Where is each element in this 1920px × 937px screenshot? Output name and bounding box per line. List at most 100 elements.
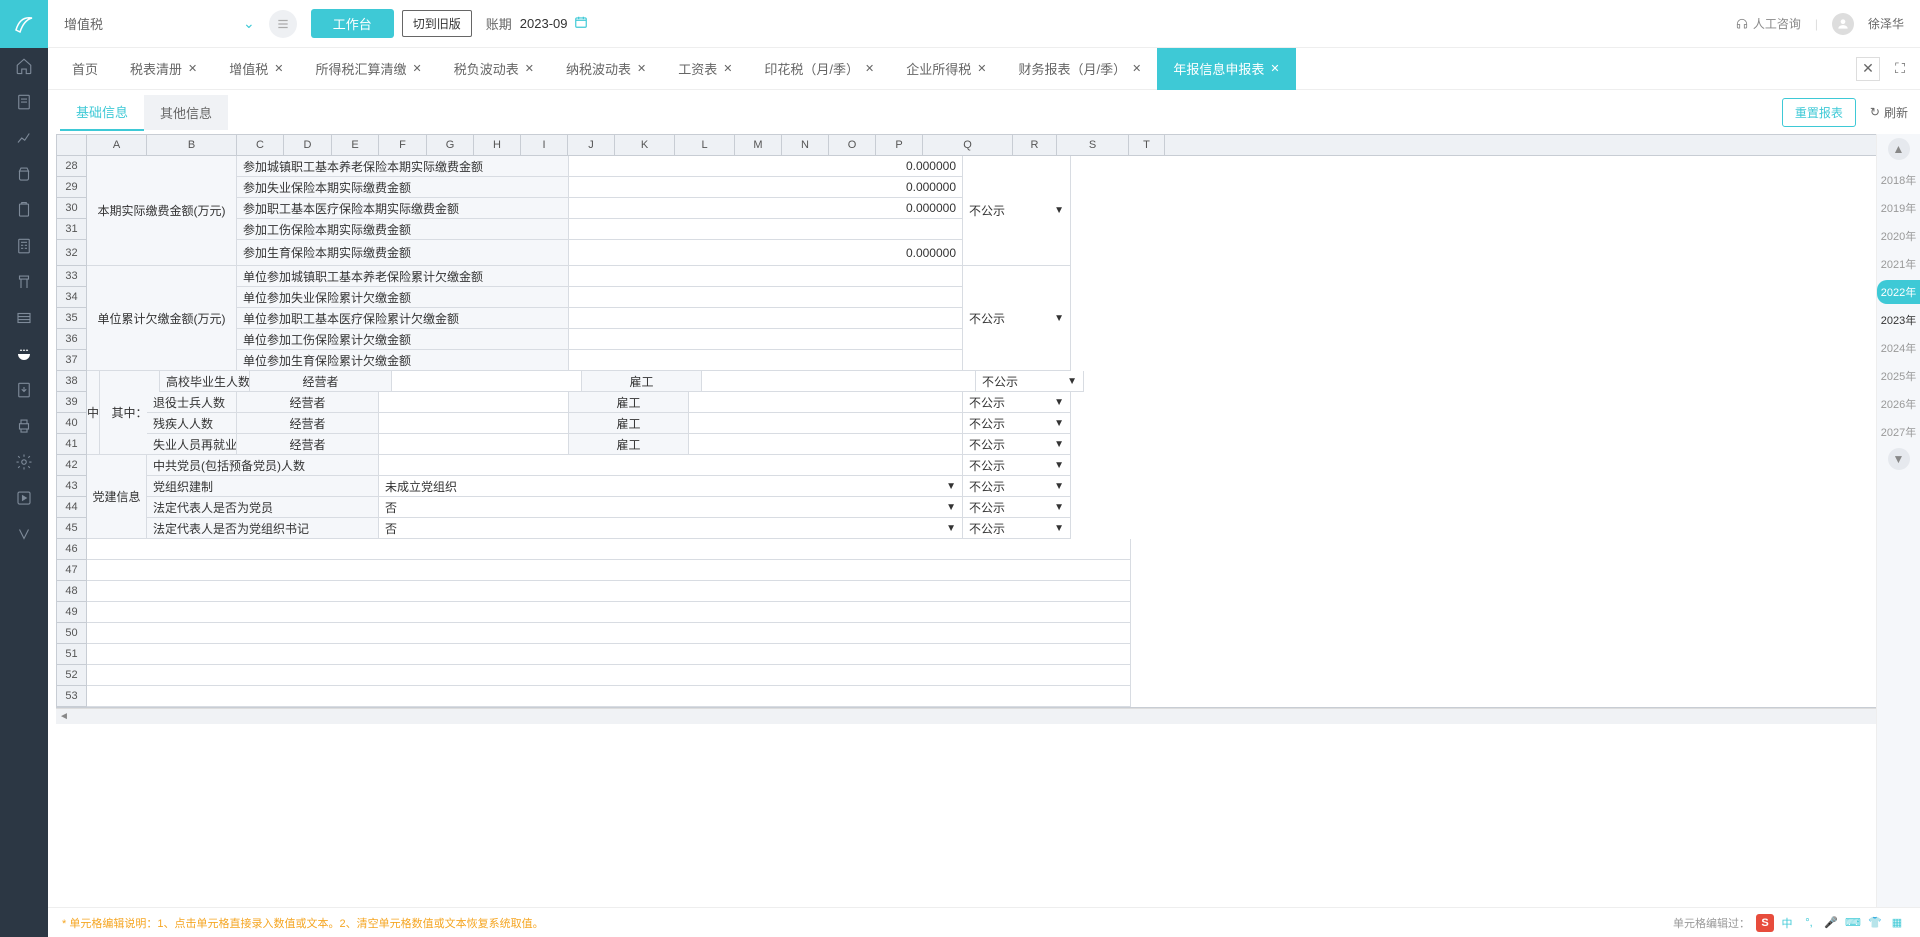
col-header[interactable]: O	[829, 135, 876, 155]
close-icon[interactable]: ✕	[413, 62, 422, 75]
col-header[interactable]: N	[782, 135, 829, 155]
row-header[interactable]: 29	[57, 177, 87, 198]
row-header[interactable]: 50	[57, 623, 87, 644]
row-header[interactable]: 41	[57, 434, 87, 455]
nav-play-icon[interactable]	[0, 480, 48, 516]
row-header[interactable]: 33	[57, 266, 87, 287]
ime-s-icon[interactable]: S	[1756, 914, 1774, 932]
cell[interactable]: 0.000000	[569, 198, 963, 219]
row-header[interactable]: 36	[57, 329, 87, 350]
col-header[interactable]: H	[474, 135, 521, 155]
tab-纳税波动表[interactable]: 纳税波动表✕	[550, 48, 662, 90]
row-header[interactable]: 35	[57, 308, 87, 329]
subtab-basic[interactable]: 基础信息	[60, 94, 144, 131]
cell[interactable]: 单位参加生育保险累计欠缴金额	[237, 350, 569, 371]
row-header[interactable]: 44	[57, 497, 87, 518]
cell[interactable]: 不公示▼	[976, 371, 1084, 392]
cell[interactable]	[392, 371, 582, 392]
nav-print-icon[interactable]	[0, 408, 48, 444]
nav-export-icon[interactable]	[0, 372, 48, 408]
col-header[interactable]: R	[1013, 135, 1057, 155]
row-header[interactable]: 52	[57, 665, 87, 686]
row-header[interactable]: 28	[57, 156, 87, 177]
year-option[interactable]: 2018年	[1877, 168, 1920, 192]
col-header[interactable]: L	[675, 135, 735, 155]
year-option[interactable]: 2026年	[1877, 392, 1920, 416]
cell[interactable]: 高校毕业生人数	[160, 371, 250, 392]
year-collapse-up-icon[interactable]: ▲	[1888, 138, 1910, 160]
year-option[interactable]: 2019年	[1877, 196, 1920, 220]
row-header[interactable]: 31	[57, 219, 87, 240]
tab-企业所得税[interactable]: 企业所得税✕	[890, 48, 1002, 90]
cell[interactable]: 单位参加职工基本医疗保险累计欠缴金额	[237, 308, 569, 329]
close-icon[interactable]: ✕	[525, 62, 534, 75]
cell[interactable]: 雇工	[569, 413, 689, 434]
cell[interactable]: 经营者	[237, 392, 379, 413]
close-icon[interactable]: ✕	[188, 62, 197, 75]
cell[interactable]: 单位参加工伤保险累计欠缴金额	[237, 329, 569, 350]
company-dropdown[interactable]: 增值税 ⌄	[64, 14, 255, 33]
cell[interactable]: 不公示▼	[963, 518, 1071, 539]
cell[interactable]: 不公示▼	[963, 476, 1071, 497]
row-header[interactable]: 45	[57, 518, 87, 539]
cell[interactable]: 未成立党组织▼	[379, 476, 963, 497]
row-header[interactable]: 53	[57, 686, 87, 707]
close-icon[interactable]: ✕	[723, 62, 732, 75]
cell[interactable]	[87, 581, 1131, 602]
reset-button[interactable]: 重置报表	[1782, 98, 1856, 127]
cell[interactable]: 参加失业保险本期实际缴费金额	[237, 177, 569, 198]
cell[interactable]: 残疾人人数	[147, 413, 237, 434]
cell[interactable]	[689, 392, 963, 413]
cell[interactable]: 参加工伤保险本期实际缴费金额	[237, 219, 569, 240]
scroll-left-icon[interactable]: ◄	[56, 709, 72, 725]
col-header[interactable]: E	[332, 135, 379, 155]
ime-punct-icon[interactable]: °,	[1800, 914, 1818, 932]
list-icon-button[interactable]	[269, 10, 297, 38]
col-header[interactable]: P	[876, 135, 923, 155]
col-header[interactable]: M	[735, 135, 782, 155]
cell[interactable]: 不公示▼	[963, 455, 1071, 476]
row-header[interactable]: 46	[57, 539, 87, 560]
tab-印花税（月/季）[interactable]: 印花税（月/季）✕	[748, 48, 890, 90]
year-option[interactable]: 2023年	[1877, 308, 1920, 332]
col-header[interactable]: I	[521, 135, 568, 155]
ime-shirt-icon[interactable]: 👕	[1866, 914, 1884, 932]
cell[interactable]	[379, 434, 569, 455]
switch-old-button[interactable]: 切到旧版	[402, 10, 472, 37]
nav-home-icon[interactable]	[0, 48, 48, 84]
cell[interactable]: 经营者	[237, 413, 379, 434]
close-icon[interactable]: ✕	[977, 62, 986, 75]
year-option[interactable]: 2027年	[1877, 420, 1920, 444]
cell[interactable]	[569, 350, 963, 371]
row-header[interactable]: 38	[57, 371, 87, 392]
cell[interactable]: 党组织建制	[147, 476, 379, 497]
row-header[interactable]: 43	[57, 476, 87, 497]
cell[interactable]	[689, 413, 963, 434]
close-icon[interactable]: ✕	[865, 62, 874, 75]
tab-年报信息申报表[interactable]: 年报信息申报表✕	[1157, 48, 1295, 90]
workbench-button[interactable]: 工作台	[311, 9, 394, 38]
cell[interactable]: 不公示▼	[963, 434, 1071, 455]
close-icon[interactable]: ✕	[1132, 62, 1141, 75]
ime-mic-icon[interactable]: 🎤	[1822, 914, 1840, 932]
nav-tool-icon[interactable]	[0, 264, 48, 300]
cell[interactable]: 否▼	[379, 518, 963, 539]
col-header[interactable]: A	[87, 135, 147, 155]
cell[interactable]: 不公示▼	[963, 413, 1071, 434]
cell[interactable]: 不公示▼	[963, 392, 1071, 413]
nav-doc-icon[interactable]	[0, 84, 48, 120]
cell[interactable]	[379, 455, 963, 476]
cell[interactable]: 否▼	[379, 497, 963, 518]
cell[interactable]: 退役士兵人数	[147, 392, 237, 413]
nav-v-icon[interactable]	[0, 516, 48, 552]
nav-settings-icon[interactable]	[0, 444, 48, 480]
close-icon[interactable]: ✕	[637, 62, 646, 75]
row-header[interactable]: 47	[57, 560, 87, 581]
cell[interactable]: 雇工	[569, 392, 689, 413]
close-tab-button[interactable]: ✕	[1856, 57, 1880, 81]
col-header[interactable]: K	[615, 135, 675, 155]
row-header[interactable]: 30	[57, 198, 87, 219]
calendar-icon[interactable]	[574, 15, 588, 32]
cell[interactable]	[87, 623, 1131, 644]
cell[interactable]: 雇工	[582, 371, 702, 392]
